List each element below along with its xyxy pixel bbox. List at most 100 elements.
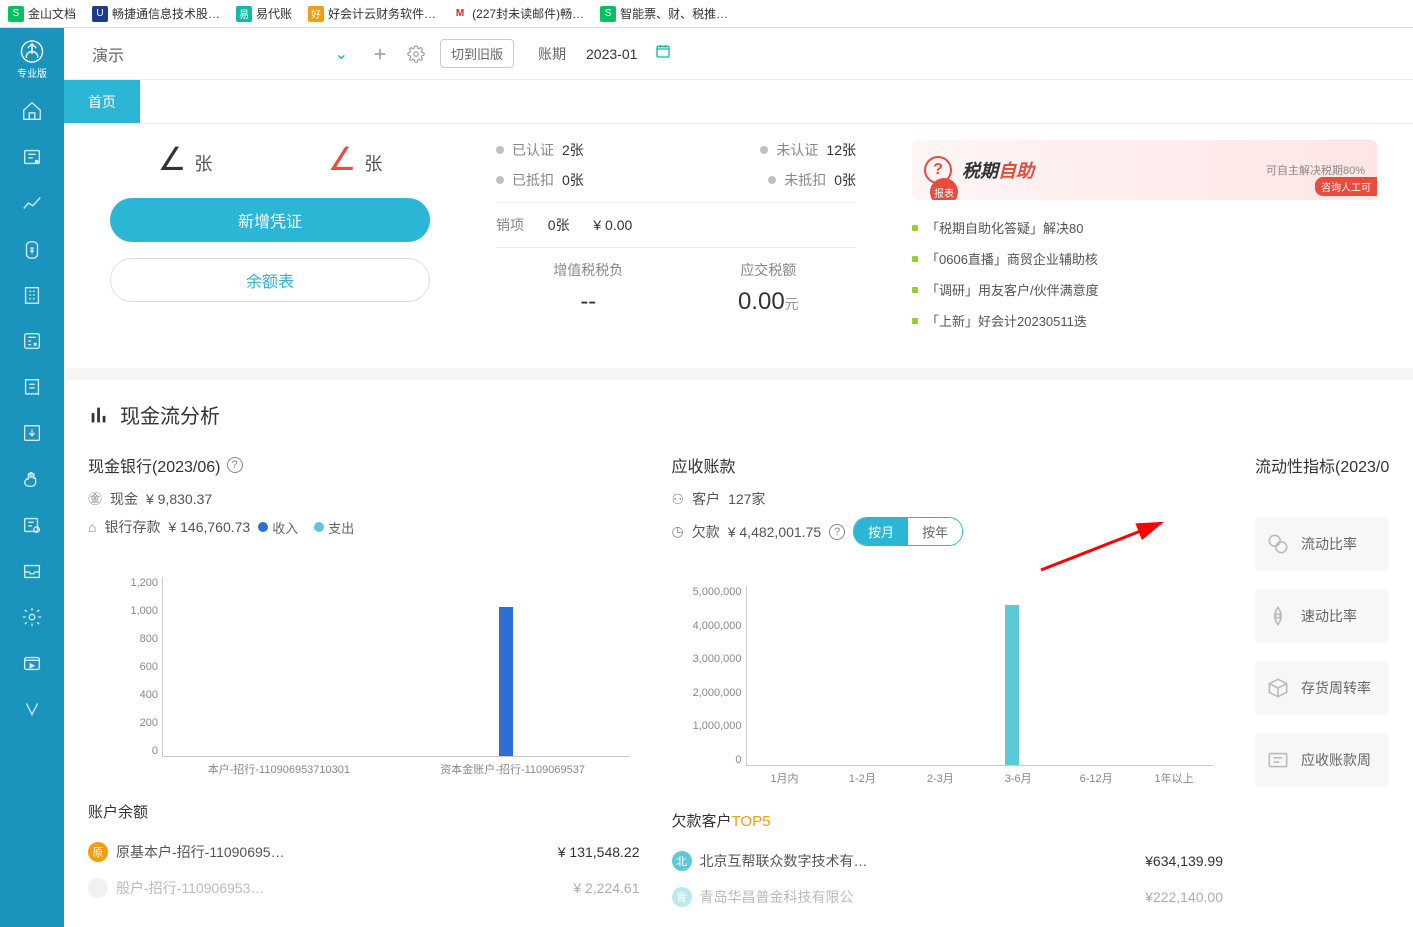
nav-settings-icon[interactable] [8, 596, 56, 638]
period-label: 账期 [538, 44, 566, 64]
customer-row[interactable]: 北北京互帮联众数字技术有… ¥634,139.99 [672, 843, 1224, 879]
chart-legend: 收入 支出 [258, 518, 354, 537]
toggle-month-button[interactable]: 按月 [854, 518, 908, 545]
undeducted-label: 未抵扣 [784, 170, 826, 190]
banner-subtitle: 可自主解决税期80% [1266, 162, 1365, 178]
cashflow-section-title: 现金流分析 [64, 380, 1413, 445]
tax-card: 已认证2张 未认证12张 已抵扣0张 未抵扣0张 销项 0张 ¥ 0.00 [476, 124, 876, 352]
cash-bank-chart: 1,2001,0008006004002000本户-招行-11090695371… [88, 577, 640, 777]
nav-building-icon[interactable] [8, 274, 56, 316]
tab-bar: 首页 [64, 80, 1413, 124]
quick-ratio-metric[interactable]: 速动比率 [1255, 589, 1389, 643]
cash-bank-panel: 现金银行(2023/06) ? ㊎ 现金 ¥ 9,830.37 ⌂ 银行存款 ¥… [80, 445, 648, 914]
inventory-turnover-metric[interactable]: 存货周转率 [1255, 661, 1389, 715]
balance-sheet-button[interactable]: 余额表 [110, 258, 430, 302]
nav-voucher-icon[interactable] [8, 136, 56, 178]
contact-support-badge[interactable]: 咨询人工可 [1315, 177, 1377, 196]
chevron-down-icon: ⌄ [335, 44, 348, 64]
browser-bookmark-bar: S金山文档 U畅捷通信息技术股… 易易代账 好好会计云财务软件… M(227封未… [0, 0, 1413, 28]
vat-burden-label: 增值税税负 [553, 260, 623, 280]
help-icon[interactable]: ? [227, 457, 243, 473]
tax-due-value: 0.00 [738, 288, 785, 315]
cash-bank-title: 现金银行(2023/06) ? [88, 453, 640, 477]
receivable-turnover-metric[interactable]: 应收账款周 [1255, 733, 1389, 787]
cash-value: ¥ 9,830.37 [146, 491, 212, 507]
account-balance-title: 账户余额 [88, 801, 640, 822]
switch-old-version-button[interactable]: 切到旧版 [440, 39, 514, 68]
yen-icon: ㊎ [88, 489, 102, 509]
left-sidebar: 专业版 [0, 28, 64, 927]
voucher-draft-icon: ∠ [158, 140, 187, 178]
nav-money-icon[interactable] [8, 228, 56, 270]
certified-label: 已认证 [512, 140, 554, 160]
new-voucher-button[interactable]: 新增凭证 [110, 198, 430, 242]
uncertified-value: 12张 [826, 140, 856, 160]
receivables-chart: 5,000,0004,000,0003,000,0002,000,0001,00… [672, 586, 1224, 786]
deducted-value: 0张 [562, 170, 584, 190]
settings-button[interactable] [404, 42, 428, 66]
receivables-title: 应收账款 [672, 453, 1224, 477]
user-icon: ⚇ [672, 491, 685, 508]
receivables-panel: 应收账款 ⚇ 客户 127家 ◷ 欠款 ¥ 4,482,001.75 ? 按月 … [664, 445, 1232, 923]
nav-calc-icon[interactable] [8, 320, 56, 362]
account-selector[interactable]: 演示 ⌄ [80, 36, 360, 72]
customer-value: 127家 [728, 489, 765, 509]
account-row[interactable]: 原原基本户-招行-11090695… ¥ 131,548.22 [88, 834, 640, 870]
bank-value: ¥ 146,760.73 [168, 519, 250, 535]
bookmark-item[interactable]: 好好会计云财务软件… [308, 5, 436, 22]
bank-icon: ⌂ [88, 519, 96, 535]
liquidity-title: 流动性指标(2023/0 [1255, 453, 1389, 477]
bar-chart-icon [88, 404, 110, 426]
news-item[interactable]: 「调研」用友客户/伙伴满意度 [912, 274, 1377, 305]
nav-receipt-icon[interactable] [8, 366, 56, 408]
nav-home-icon[interactable] [8, 90, 56, 132]
customer-row[interactable]: 青青岛华昌普金科技有限公 ¥222,140.00 [672, 879, 1224, 915]
calendar-icon[interactable] [655, 43, 671, 64]
tax-due-label: 应交税额 [738, 260, 799, 280]
bookmark-item[interactable]: 易易代账 [236, 5, 292, 22]
logo-text: 专业版 [17, 65, 47, 80]
nav-download-icon[interactable] [8, 412, 56, 454]
undeducted-value: 0张 [834, 170, 856, 190]
top5-title: 欠款客户TOP5 [672, 810, 1224, 831]
debt-label: 欠款 [692, 522, 720, 542]
app-logo[interactable]: 专业版 [12, 40, 52, 80]
uncertified-label: 未认证 [776, 140, 818, 160]
sales-count: 0张 [548, 215, 570, 235]
bank-label: 银行存款 [104, 517, 160, 537]
news-item[interactable]: 「税期自助化答疑」解决80 [912, 212, 1377, 243]
account-name: 演示 [92, 42, 124, 66]
period-value: 2023-01 [586, 46, 637, 62]
vat-burden-value: -- [553, 288, 623, 316]
tab-home[interactable]: 首页 [64, 80, 140, 123]
news-card: ? 税期自助 可自主解决税期80% 报表 咨询人工可 「税期自助化答疑」解决80… [892, 124, 1397, 352]
news-banner[interactable]: ? 税期自助 可自主解决税期80% 报表 咨询人工可 [912, 140, 1377, 200]
bookmark-item[interactable]: M(227封未读邮件)畅… [452, 5, 584, 22]
toggle-year-button[interactable]: 按年 [908, 518, 962, 545]
account-row[interactable]: 般户-招行-110906953… ¥ 2,224.61 [88, 870, 640, 906]
news-item[interactable]: 「上新」好会计20230511迭 [912, 305, 1377, 336]
cash-label: 现金 [110, 489, 138, 509]
nav-video-icon[interactable] [8, 642, 56, 684]
nav-inbox-icon[interactable] [8, 550, 56, 592]
customer-label: 客户 [692, 489, 720, 509]
add-button[interactable] [368, 42, 392, 66]
bookmark-item[interactable]: S智能票、财、税推… [600, 5, 728, 22]
liquidity-panel: 流动性指标(2023/0 流动比率 速动比率 存货周转率 应收账款周 [1247, 445, 1397, 813]
nav-chart-icon[interactable] [8, 182, 56, 224]
voucher-stat-error: ∠ 张 [328, 140, 383, 178]
voucher-stat-draft: ∠ 张 [158, 140, 213, 178]
banner-badge: 报表 [930, 178, 958, 200]
sales-label: 销项 [496, 215, 524, 235]
nav-v-icon[interactable] [8, 688, 56, 730]
news-item[interactable]: 「0606直播」商贸企业辅助核 [912, 243, 1377, 274]
bookmark-item[interactable]: U畅捷通信息技术股… [92, 5, 220, 22]
current-ratio-metric[interactable]: 流动比率 [1255, 517, 1389, 571]
debt-value: ¥ 4,482,001.75 [728, 524, 821, 540]
nav-audit-icon[interactable] [8, 504, 56, 546]
voucher-error-icon: ∠ [328, 140, 357, 178]
help-icon[interactable]: ? [829, 524, 845, 540]
bookmark-item[interactable]: S金山文档 [8, 5, 76, 22]
nav-hand-icon[interactable] [8, 458, 56, 500]
sales-amount: ¥ 0.00 [593, 217, 632, 233]
